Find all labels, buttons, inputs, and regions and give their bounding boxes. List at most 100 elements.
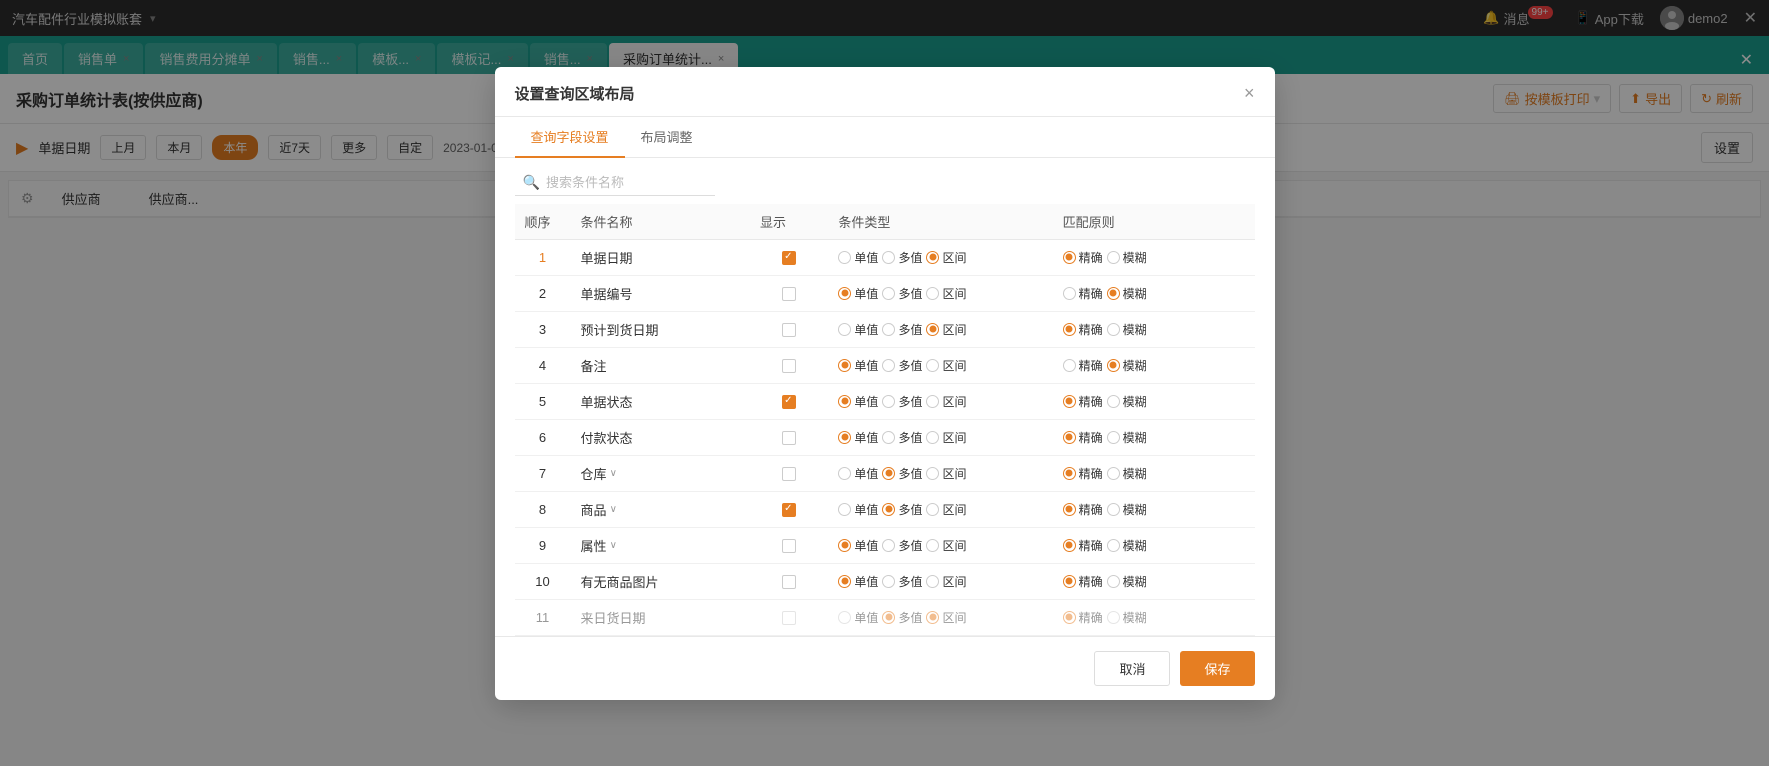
display-checkbox[interactable] — [782, 431, 796, 445]
radio-match-exact[interactable] — [1063, 431, 1076, 444]
type-option-range[interactable]: 区间 — [926, 285, 966, 302]
dropdown-arrow-icon[interactable]: ∨ — [610, 540, 617, 551]
display-checkbox[interactable] — [782, 575, 796, 589]
radio-multi[interactable] — [882, 611, 895, 624]
radio-single[interactable] — [838, 323, 851, 336]
dialog-close-btn[interactable]: × — [1244, 84, 1255, 102]
radio-range[interactable] — [926, 467, 939, 480]
radio-multi[interactable] — [882, 251, 895, 264]
match-option-fuzzy[interactable]: 模糊 — [1107, 573, 1147, 590]
match-option-exact[interactable]: 精确 — [1063, 429, 1103, 446]
radio-single[interactable] — [838, 395, 851, 408]
save-btn[interactable]: 保存 — [1180, 651, 1254, 686]
radio-match-exact[interactable] — [1063, 323, 1076, 336]
radio-match-exact[interactable] — [1063, 467, 1076, 480]
display-checkbox[interactable] — [782, 251, 796, 265]
type-option-single[interactable]: 单值 — [838, 393, 878, 410]
match-option-fuzzy[interactable]: 模糊 — [1107, 285, 1147, 302]
radio-multi[interactable] — [882, 431, 895, 444]
display-checkbox[interactable] — [782, 539, 796, 553]
display-checkbox[interactable] — [782, 359, 796, 373]
match-option-exact[interactable]: 精确 — [1063, 321, 1103, 338]
type-option-single[interactable]: 单值 — [838, 249, 878, 266]
radio-multi[interactable] — [882, 503, 895, 516]
radio-multi[interactable] — [882, 539, 895, 552]
display-checkbox[interactable] — [782, 503, 796, 517]
match-option-exact[interactable]: 精确 — [1063, 249, 1103, 266]
radio-match-exact[interactable] — [1063, 251, 1076, 264]
type-option-range[interactable]: 区间 — [926, 573, 966, 590]
radio-match-fuzzy[interactable] — [1107, 611, 1120, 624]
radio-match-exact[interactable] — [1063, 359, 1076, 372]
type-option-multi[interactable]: 多值 — [882, 249, 922, 266]
radio-multi[interactable] — [882, 395, 895, 408]
match-option-fuzzy[interactable]: 模糊 — [1107, 609, 1147, 626]
type-option-range[interactable]: 区间 — [926, 609, 966, 626]
radio-match-fuzzy[interactable] — [1107, 287, 1120, 300]
type-option-single[interactable]: 单值 — [838, 501, 878, 518]
radio-range[interactable] — [926, 611, 939, 624]
match-option-exact[interactable]: 精确 — [1063, 537, 1103, 554]
type-option-multi[interactable]: 多值 — [882, 321, 922, 338]
radio-match-fuzzy[interactable] — [1107, 467, 1120, 480]
radio-range[interactable] — [926, 251, 939, 264]
match-option-exact[interactable]: 精确 — [1063, 465, 1103, 482]
type-option-range[interactable]: 区间 — [926, 393, 966, 410]
match-option-fuzzy[interactable]: 模糊 — [1107, 249, 1147, 266]
radio-match-fuzzy[interactable] — [1107, 323, 1120, 336]
type-option-range[interactable]: 区间 — [926, 357, 966, 374]
radio-range[interactable] — [926, 575, 939, 588]
cancel-btn[interactable]: 取消 — [1094, 651, 1170, 686]
radio-match-exact[interactable] — [1063, 395, 1076, 408]
match-option-fuzzy[interactable]: 模糊 — [1107, 321, 1147, 338]
radio-match-fuzzy[interactable] — [1107, 251, 1120, 264]
radio-match-exact[interactable] — [1063, 539, 1076, 552]
match-option-fuzzy[interactable]: 模糊 — [1107, 465, 1147, 482]
radio-match-fuzzy[interactable] — [1107, 431, 1120, 444]
radio-match-exact[interactable] — [1063, 575, 1076, 588]
radio-multi[interactable] — [882, 575, 895, 588]
radio-single[interactable] — [838, 467, 851, 480]
radio-multi[interactable] — [882, 467, 895, 480]
type-option-multi[interactable]: 多值 — [882, 573, 922, 590]
radio-single[interactable] — [838, 431, 851, 444]
type-option-single[interactable]: 单值 — [838, 573, 878, 590]
radio-match-fuzzy[interactable] — [1107, 359, 1120, 372]
type-option-multi[interactable]: 多值 — [882, 285, 922, 302]
dropdown-arrow-icon[interactable]: ∨ — [610, 504, 617, 515]
type-option-single[interactable]: 单值 — [838, 321, 878, 338]
radio-range[interactable] — [926, 359, 939, 372]
type-option-single[interactable]: 单值 — [838, 465, 878, 482]
radio-match-fuzzy[interactable] — [1107, 575, 1120, 588]
match-option-exact[interactable]: 精确 — [1063, 393, 1103, 410]
type-option-multi[interactable]: 多值 — [882, 609, 922, 626]
type-option-range[interactable]: 区间 — [926, 465, 966, 482]
type-option-multi[interactable]: 多值 — [882, 393, 922, 410]
match-option-fuzzy[interactable]: 模糊 — [1107, 357, 1147, 374]
type-option-multi[interactable]: 多值 — [882, 465, 922, 482]
tab-layout-adjust[interactable]: 布局调整 — [625, 117, 709, 158]
search-input[interactable] — [546, 175, 706, 190]
radio-range[interactable] — [926, 431, 939, 444]
match-option-exact[interactable]: 精确 — [1063, 357, 1103, 374]
radio-multi[interactable] — [882, 323, 895, 336]
type-option-range[interactable]: 区间 — [926, 249, 966, 266]
radio-multi[interactable] — [882, 359, 895, 372]
match-option-exact[interactable]: 精确 — [1063, 573, 1103, 590]
match-option-fuzzy[interactable]: 模糊 — [1107, 501, 1147, 518]
type-option-multi[interactable]: 多值 — [882, 537, 922, 554]
radio-range[interactable] — [926, 539, 939, 552]
radio-single[interactable] — [838, 251, 851, 264]
radio-range[interactable] — [926, 287, 939, 300]
radio-single[interactable] — [838, 503, 851, 516]
dropdown-arrow-icon[interactable]: ∨ — [610, 468, 617, 479]
radio-match-exact[interactable] — [1063, 287, 1076, 300]
match-option-fuzzy[interactable]: 模糊 — [1107, 429, 1147, 446]
radio-single[interactable] — [838, 539, 851, 552]
type-option-multi[interactable]: 多值 — [882, 501, 922, 518]
radio-match-fuzzy[interactable] — [1107, 503, 1120, 516]
type-option-single[interactable]: 单值 — [838, 357, 878, 374]
type-option-range[interactable]: 区间 — [926, 501, 966, 518]
radio-single[interactable] — [838, 287, 851, 300]
type-option-range[interactable]: 区间 — [926, 537, 966, 554]
